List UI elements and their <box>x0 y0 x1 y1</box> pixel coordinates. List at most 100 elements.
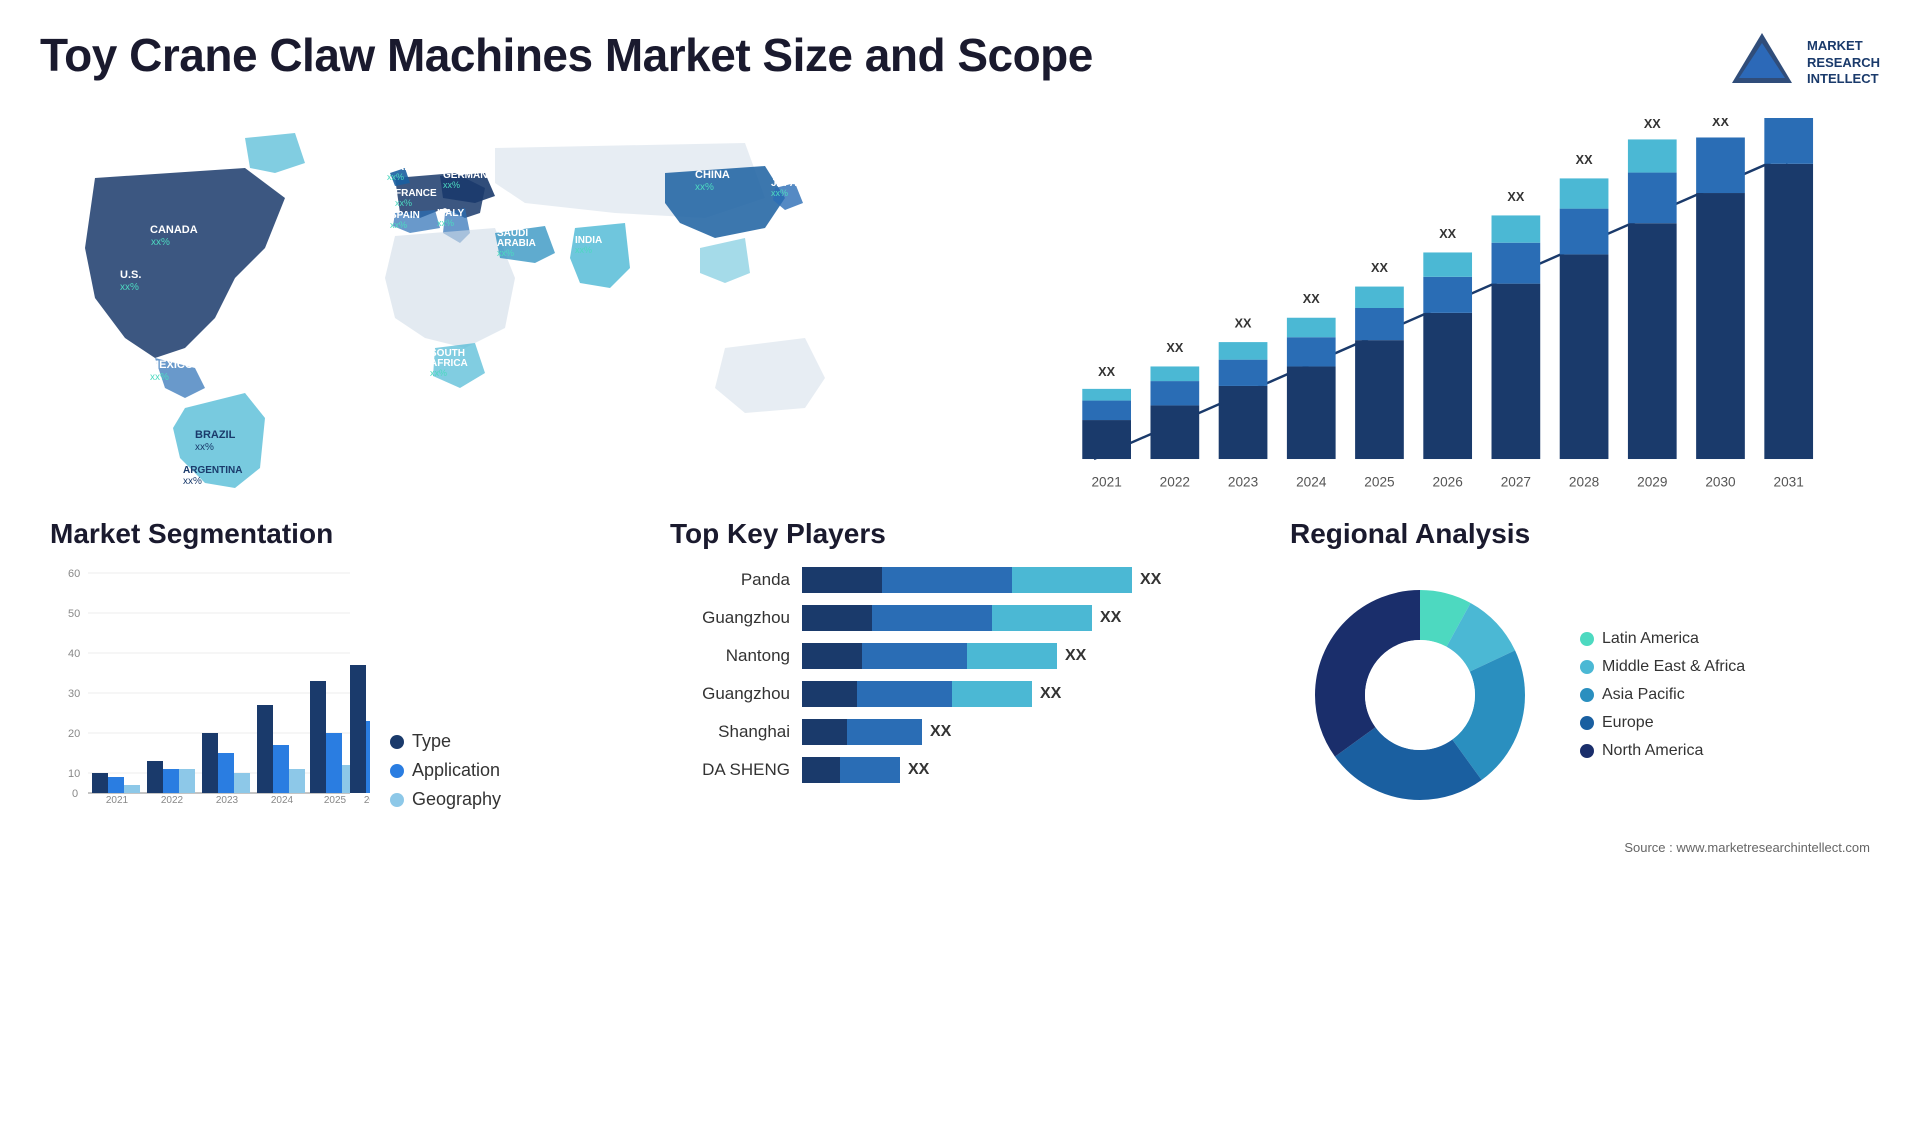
bar-seg1 <box>802 757 840 783</box>
svg-text:XX: XX <box>1235 316 1252 330</box>
svg-text:10: 10 <box>68 768 80 780</box>
seg-chart: 60 50 40 30 20 10 0 <box>50 565 370 810</box>
world-map-svg: CANADA xx% U.S. xx% MEXICO xx% BRAZIL xx… <box>50 118 940 498</box>
svg-text:XX: XX <box>1712 118 1729 129</box>
logo-text: MARKET RESEARCH INTELLECT <box>1807 38 1880 89</box>
svg-text:xx%: xx% <box>387 172 404 182</box>
legend-label-type: Type <box>412 731 451 752</box>
player-bar-container: XX <box>802 565 1250 595</box>
logo: MARKET RESEARCH INTELLECT <box>1727 28 1880 98</box>
player-name: Guangzhou <box>670 684 790 704</box>
page-title: Toy Crane Claw Machines Market Size and … <box>40 28 1093 82</box>
bar-seg1 <box>802 567 882 593</box>
player-row: DA SHENG XX <box>670 755 1250 785</box>
growth-chart-svg: XX 2021 XX 2022 XX 2023 XX 2024 <box>1000 118 1870 498</box>
svg-text:XX: XX <box>1303 292 1320 306</box>
legend-dot-application <box>390 764 404 778</box>
svg-text:2025: 2025 <box>324 795 347 805</box>
bar-seg2 <box>857 681 952 707</box>
segmentation-legend: Type Application Geography <box>390 731 501 810</box>
legend-type: Type <box>390 731 501 752</box>
svg-text:xx%: xx% <box>437 218 454 228</box>
player-bar <box>802 681 1032 707</box>
svg-text:xx%: xx% <box>395 198 412 208</box>
svg-text:2027: 2027 <box>1501 474 1531 489</box>
player-bar <box>802 567 1132 593</box>
svg-text:XX: XX <box>1098 365 1115 379</box>
player-bar-container: XX <box>802 755 1250 785</box>
seg-chart-svg: 60 50 40 30 20 10 0 <box>50 565 370 805</box>
player-bar-container: XX <box>802 603 1250 633</box>
legend-label-apac: Asia Pacific <box>1602 686 1685 704</box>
legend-north-america: North America <box>1580 742 1745 760</box>
legend-latin-america: Latin America <box>1580 630 1745 648</box>
legend-dot-latin <box>1580 632 1594 646</box>
player-bar <box>802 719 922 745</box>
logo-icon <box>1727 28 1797 98</box>
svg-text:2022: 2022 <box>1160 474 1190 489</box>
svg-text:2026: 2026 <box>1433 474 1463 489</box>
player-row: Guangzhou XX <box>670 679 1250 709</box>
legend-dot-nam <box>1580 744 1594 758</box>
regional-section: Regional Analysis <box>1270 508 1890 835</box>
donut-chart <box>1290 565 1550 825</box>
svg-text:XX: XX <box>1166 341 1183 355</box>
player-name: Guangzhou <box>670 608 790 628</box>
bar-seg2 <box>862 643 967 669</box>
svg-text:XX: XX <box>1507 190 1524 204</box>
segmentation-content: 60 50 40 30 20 10 0 <box>50 565 630 810</box>
player-value: XX <box>1100 609 1121 627</box>
growth-chart-section: XX 2021 XX 2022 XX 2023 XX 2024 <box>960 108 1890 508</box>
player-name: Panda <box>670 570 790 590</box>
player-row: Guangzhou XX <box>670 603 1250 633</box>
svg-text:2021: 2021 <box>106 795 129 805</box>
svg-text:40: 40 <box>68 648 80 660</box>
legend-dot-geography <box>390 793 404 807</box>
legend-label-nam: North America <box>1602 742 1703 760</box>
svg-text:30: 30 <box>68 688 80 700</box>
growth-chart: XX 2021 XX 2022 XX 2023 XX 2024 <box>1000 118 1870 498</box>
svg-text:xx%: xx% <box>575 245 592 255</box>
svg-text:U.S.: U.S. <box>120 269 141 281</box>
bar-seg3 <box>952 681 1032 707</box>
player-value: XX <box>930 723 951 741</box>
bar-seg1 <box>802 643 862 669</box>
player-name: Shanghai <box>670 722 790 742</box>
header: Toy Crane Claw Machines Market Size and … <box>0 0 1920 108</box>
svg-text:CHINA: CHINA <box>695 169 730 181</box>
bottom-grid: Market Segmentation 60 50 40 30 20 10 0 <box>0 508 1920 835</box>
legend-dot-apac <box>1580 688 1594 702</box>
player-name: DA SHENG <box>670 760 790 780</box>
svg-text:xx%: xx% <box>443 180 460 190</box>
player-row: Nantong XX <box>670 641 1250 671</box>
player-bar-container: XX <box>802 641 1250 671</box>
svg-text:xx%: xx% <box>771 188 788 198</box>
svg-text:0: 0 <box>72 788 78 800</box>
legend-dot-type <box>390 735 404 749</box>
bar-seg3 <box>967 643 1057 669</box>
legend-asia-pacific: Asia Pacific <box>1580 686 1745 704</box>
svg-text:xx%: xx% <box>195 442 214 453</box>
svg-text:2026: 2026 <box>364 795 370 805</box>
svg-text:2023: 2023 <box>1228 474 1258 489</box>
player-bar-container: XX <box>802 679 1250 709</box>
bar-seg3 <box>992 605 1092 631</box>
key-players-title: Top Key Players <box>670 518 1250 550</box>
svg-text:60: 60 <box>68 568 80 580</box>
segmentation-title: Market Segmentation <box>50 518 630 550</box>
player-name: Nantong <box>670 646 790 666</box>
regional-container: Latin America Middle East & Africa Asia … <box>1290 565 1870 825</box>
svg-text:20: 20 <box>68 728 80 740</box>
player-value: XX <box>1140 571 1161 589</box>
svg-text:2024: 2024 <box>1296 474 1327 489</box>
bar-seg3 <box>1012 567 1132 593</box>
legend-middle-east: Middle East & Africa <box>1580 658 1745 676</box>
svg-text:MEXICO: MEXICO <box>150 359 194 371</box>
svg-text:2024: 2024 <box>271 795 294 805</box>
svg-text:XX: XX <box>1576 153 1593 167</box>
svg-text:2031: 2031 <box>1774 474 1804 489</box>
legend-label-geography: Geography <box>412 789 501 810</box>
svg-text:xx%: xx% <box>151 237 170 248</box>
svg-text:xx%: xx% <box>120 282 139 293</box>
svg-text:xx%: xx% <box>695 182 714 193</box>
